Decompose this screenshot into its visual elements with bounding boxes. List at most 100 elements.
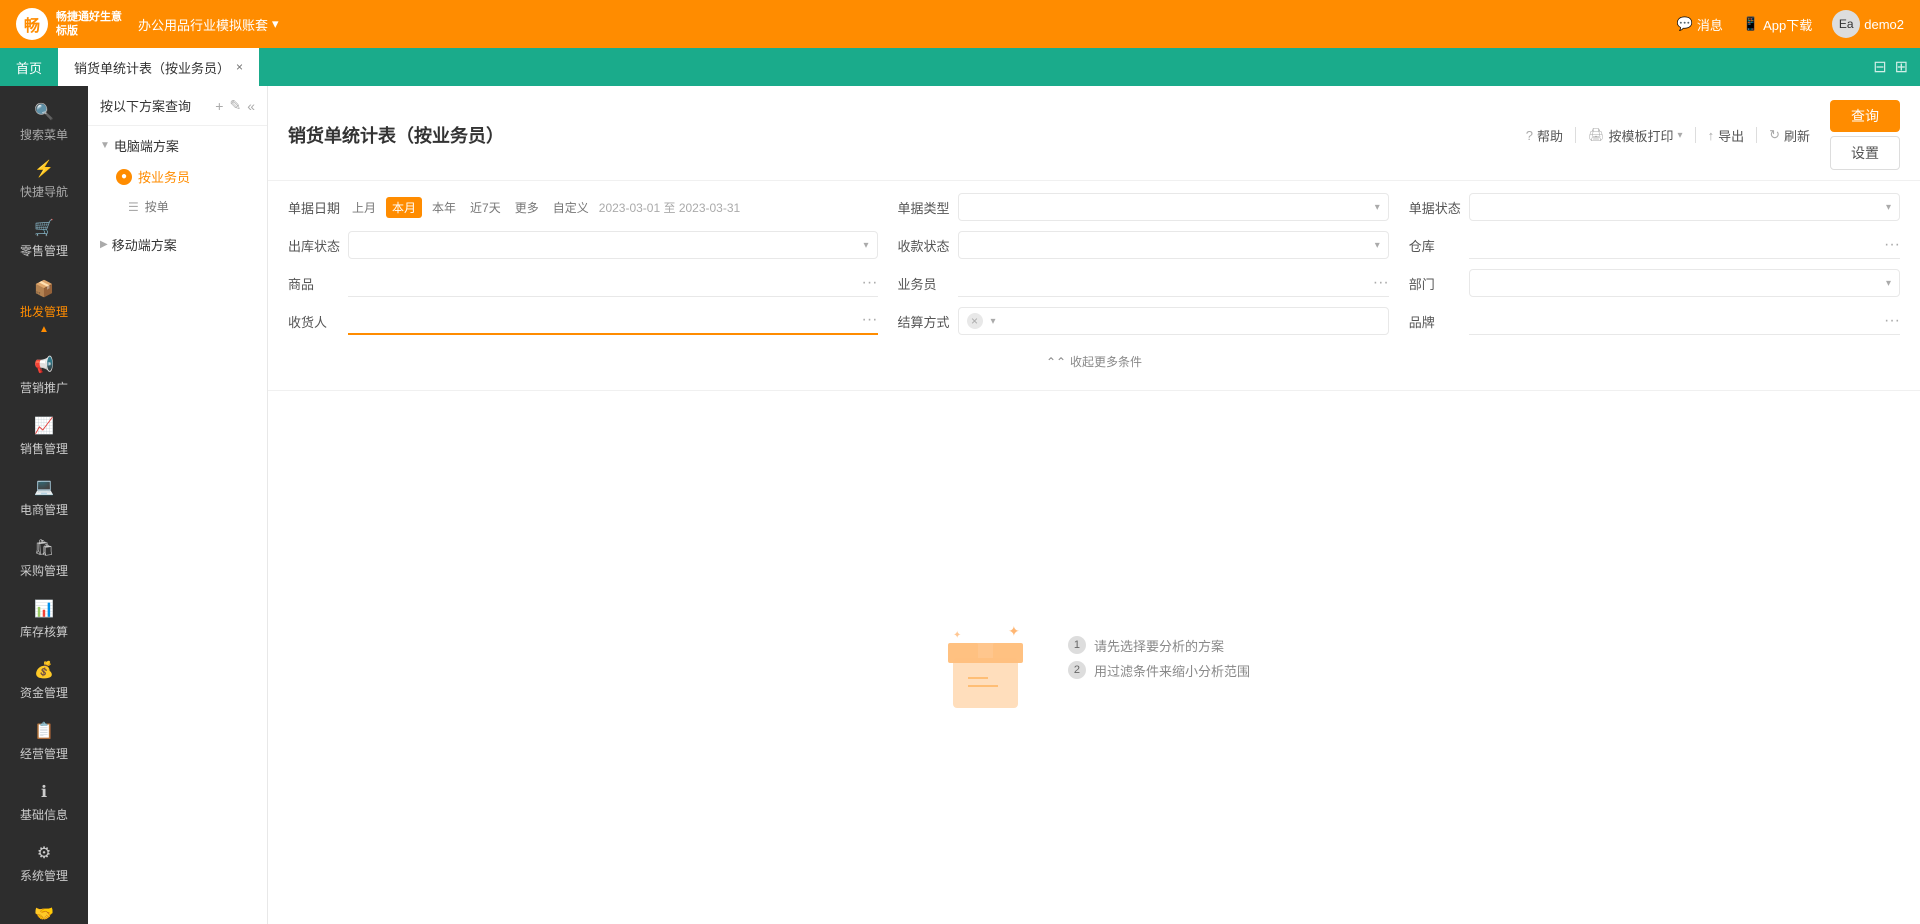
export-button[interactable]: ↑ 导出 — [1708, 126, 1745, 145]
tab-minimize-button[interactable]: ⊟ — [1873, 57, 1886, 77]
right-btn-stack: 查询 设置 — [1830, 100, 1900, 170]
filter-dept-control[interactable]: ▾ — [1469, 269, 1900, 297]
retail-icon: 🛒 — [34, 218, 54, 238]
sidebar-item-quicknav[interactable]: ⚡ 快捷导航 — [0, 151, 88, 208]
sidebar-item-sales[interactable]: 📈 销售管理 — [0, 406, 88, 467]
settle-clear-button[interactable]: × — [967, 313, 983, 329]
tab-close-button[interactable]: × — [236, 60, 243, 74]
filter-staff-item: 业务员 ··· — [898, 269, 1389, 297]
purchase-icon: 🛍 — [34, 538, 54, 558]
date-tab-custom[interactable]: 自定义 — [549, 197, 593, 218]
sidebar-item-enterprise[interactable]: 🤝 企业协同 — [0, 894, 88, 924]
filter-settle-label: 结算方式 — [898, 312, 958, 331]
logo-area: 畅 畅捷通好生意 标版 — [16, 8, 122, 40]
collapse-row: ⌃⌃ 收起更多条件 — [288, 345, 1900, 378]
app-download-button[interactable]: 📱 App下载 — [1743, 15, 1812, 34]
collectstatus-dropdown-icon: ▾ — [1375, 240, 1380, 251]
sidebar-item-wholesale[interactable]: 📦 批发管理 ▲ — [0, 269, 88, 345]
staff-dots-icon[interactable]: ··· — [1373, 274, 1389, 292]
filter-goods-item: 商品 ··· — [288, 269, 878, 297]
message-button[interactable]: 💬 消息 — [1677, 15, 1723, 34]
workspace-dropdown-icon: ▾ — [272, 16, 279, 32]
filter-outstatus-control[interactable]: ▾ — [348, 231, 878, 259]
sidebar-item-purchase[interactable]: 🛍 采购管理 — [0, 528, 88, 589]
sidebar-item-system[interactable]: ⚙ 系统管理 — [0, 833, 88, 894]
collapse-button[interactable]: ⌃⌃ 收起更多条件 — [1034, 349, 1154, 374]
tab-home[interactable]: 首页 — [0, 48, 58, 86]
avatar: Ea — [1832, 10, 1860, 38]
receiver-dots-icon[interactable]: ··· — [862, 311, 878, 329]
top-right-actions: 💬 消息 📱 App下载 Ea demo2 — [1677, 10, 1904, 38]
filter-section: 单据日期 上月 本月 本年 近7天 更多 自定义 2023-03-01 至 20… — [268, 181, 1920, 391]
date-tab-more[interactable]: 更多 — [511, 197, 543, 218]
content-area: 按以下方案查询 + ✎ « ▼ 电脑端方案 ● 按业务员 ☰ 按单 — [88, 86, 1920, 924]
filter-brand-control[interactable]: ··· — [1469, 307, 1900, 335]
filter-warehouse-control[interactable]: ··· — [1469, 231, 1900, 259]
scheme-edit-button[interactable]: ✎ — [229, 97, 241, 114]
filter-outstatus-label: 出库状态 — [288, 236, 348, 255]
sidebar-item-marketing[interactable]: 📢 营销推广 — [0, 345, 88, 406]
svg-text:✦: ✦ — [1008, 623, 1020, 639]
scheme-panel-actions: + ✎ « — [215, 97, 255, 114]
filter-receiver-item: 收货人 ··· — [288, 307, 878, 335]
date-range-display: 2023-03-01 至 2023-03-31 — [599, 199, 740, 216]
scheme-collapse-button[interactable]: « — [247, 98, 255, 114]
filter-receiver-control[interactable]: ··· — [348, 307, 878, 335]
scheme-pc-section: ▼ 电脑端方案 ● 按业务员 ☰ 按单 — [88, 126, 267, 225]
scheme-group-pc[interactable]: ▼ 电脑端方案 — [88, 130, 267, 161]
filter-staff-control[interactable]: ··· — [958, 269, 1389, 297]
system-icon: ⚙ — [37, 843, 51, 863]
filter-doctype-item: 单据类型 ▾ — [898, 193, 1389, 221]
user-menu[interactable]: Ea demo2 — [1832, 10, 1904, 38]
filter-doctype-control[interactable]: ▾ — [958, 193, 1389, 221]
print-button[interactable]: 🖨 按模板打印 ▾ — [1588, 126, 1683, 145]
scheme-panel-header: 按以下方案查询 + ✎ « — [88, 86, 267, 126]
scheme-group-arrow-pc: ▼ — [100, 140, 110, 151]
basic-icon: ℹ — [41, 782, 47, 802]
date-tab-thisyear[interactable]: 本年 — [428, 197, 460, 218]
sidebar-item-finance[interactable]: 💰 资金管理 — [0, 650, 88, 711]
empty-tip-1: 1 请先选择要分析的方案 — [1068, 636, 1250, 655]
filter-staff-label: 业务员 — [898, 274, 958, 293]
inventory-icon: 📊 — [34, 599, 54, 619]
sidebar-item-retail[interactable]: 🛒 零售管理 — [0, 208, 88, 269]
ecommerce-icon: 💻 — [34, 477, 54, 497]
scheme-add-button[interactable]: + — [215, 98, 223, 114]
date-tab-thismonth[interactable]: 本月 — [386, 197, 422, 218]
marketing-icon: 📢 — [34, 355, 54, 375]
tab-maximize-button[interactable]: ⊞ — [1895, 57, 1908, 77]
sidebar-item-inventory[interactable]: 📊 库存核算 — [0, 589, 88, 650]
help-icon: ? — [1526, 128, 1533, 143]
sidebar-item-basic[interactable]: ℹ 基础信息 — [0, 772, 88, 833]
filter-settle-control[interactable]: × ▾ — [958, 307, 1389, 335]
tab-salesreport[interactable]: 销货单统计表（按业务员） × — [58, 48, 259, 86]
settle-dropdown-icon: ▾ — [991, 316, 996, 327]
scheme-item-bystaff[interactable]: ● 按业务员 — [88, 161, 267, 192]
date-tab-7days[interactable]: 近7天 — [466, 197, 505, 218]
sidebar-item-ecommerce[interactable]: 💻 电商管理 — [0, 467, 88, 528]
query-button[interactable]: 查询 — [1830, 100, 1900, 132]
filter-collectstatus-control[interactable]: ▾ — [958, 231, 1389, 259]
message-icon: 💬 — [1677, 16, 1693, 32]
date-tab-lastmonth[interactable]: 上月 — [348, 197, 380, 218]
brand-dots-icon[interactable]: ··· — [1884, 312, 1900, 330]
sidebar-item-operations[interactable]: 📋 经营管理 — [0, 711, 88, 772]
scheme-group-mobile[interactable]: ▶ 移动端方案 — [88, 229, 267, 260]
settings-button[interactable]: 设置 — [1830, 136, 1900, 170]
goods-dots-icon[interactable]: ··· — [862, 274, 878, 292]
outstatus-dropdown-icon: ▾ — [863, 240, 868, 251]
workspace-selector[interactable]: 办公用品行业模拟账套 ▾ — [138, 15, 279, 34]
filter-dept-item: 部门 ▾ — [1409, 269, 1900, 297]
filter-goods-control[interactable]: ··· — [348, 269, 878, 297]
filter-docstatus-item: 单据状态 ▾ — [1409, 193, 1900, 221]
export-icon: ↑ — [1708, 128, 1715, 143]
refresh-button[interactable]: ↻ 刷新 — [1769, 126, 1810, 145]
operations-icon: 📋 — [34, 721, 54, 741]
scheme-item-byorder[interactable]: ☰ 按单 — [88, 192, 267, 221]
sidebar-item-search[interactable]: 🔍 搜索菜单 — [0, 94, 88, 151]
warehouse-dots-icon[interactable]: ··· — [1884, 236, 1900, 254]
filter-doctype-label: 单据类型 — [898, 198, 958, 217]
filter-docstatus-control[interactable]: ▾ — [1469, 193, 1900, 221]
page-actions: ? 帮助 🖨 按模板打印 ▾ ↑ 导出 — [1526, 100, 1900, 170]
help-button[interactable]: ? 帮助 — [1526, 126, 1563, 145]
